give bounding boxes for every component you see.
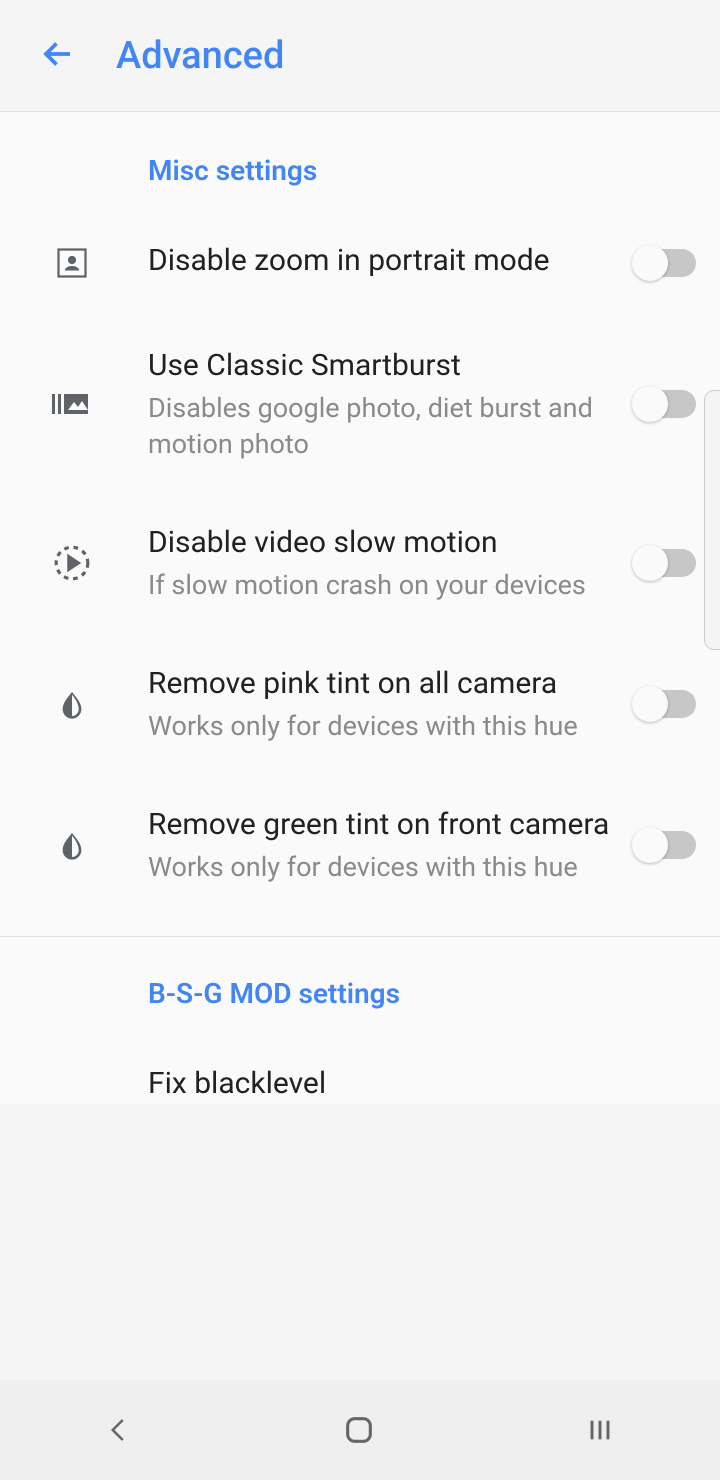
setting-disable-slow-motion[interactable]: Disable video slow motion If slow motion… — [0, 493, 720, 634]
section-header-bsg: B-S-G MOD settings — [0, 937, 720, 1034]
nav-recents-icon[interactable] — [584, 1414, 616, 1446]
back-arrow-icon[interactable] — [40, 36, 76, 76]
setting-remove-pink-tint[interactable]: Remove pink tint on all camera Works onl… — [0, 634, 720, 775]
scroll-indicator[interactable] — [704, 390, 720, 650]
setting-title: Disable video slow motion — [148, 523, 614, 564]
toggle-switch[interactable] — [634, 690, 696, 718]
toggle-switch[interactable] — [634, 249, 696, 277]
setting-text: Remove pink tint on all camera Works onl… — [96, 664, 634, 745]
setting-title: Use Classic Smartburst — [148, 346, 614, 387]
setting-subtitle: Works only for devices with this hue — [148, 849, 614, 885]
page-title: Advanced — [116, 34, 284, 78]
setting-subtitle: If slow motion crash on your devices — [148, 567, 614, 603]
navigation-bar — [0, 1380, 720, 1480]
burst-icon — [48, 390, 96, 418]
slow-motion-icon — [48, 544, 96, 582]
toggle-switch[interactable] — [634, 549, 696, 577]
tint-icon — [48, 688, 96, 720]
tint-icon — [48, 829, 96, 861]
setting-text: Use Classic Smartburst Disables google p… — [96, 346, 634, 463]
setting-disable-zoom-portrait[interactable]: Disable zoom in portrait mode — [0, 211, 720, 316]
settings-content: Misc settings Disable zoom in portrait m… — [0, 112, 720, 1104]
setting-title: Remove green tint on front camera — [148, 805, 614, 846]
setting-title: Fix blacklevel — [148, 1064, 720, 1105]
portrait-icon — [48, 245, 96, 281]
toggle-switch[interactable] — [634, 831, 696, 859]
setting-subtitle: Disables google photo, diet burst and mo… — [148, 390, 614, 463]
nav-back-icon[interactable] — [104, 1411, 134, 1449]
section-header-misc: Misc settings — [0, 114, 720, 211]
setting-fix-blacklevel[interactable]: Fix blacklevel — [0, 1034, 720, 1105]
nav-home-icon[interactable] — [342, 1413, 376, 1447]
setting-title: Remove pink tint on all camera — [148, 664, 614, 705]
header: Advanced — [0, 0, 720, 112]
setting-text: Remove green tint on front camera Works … — [96, 805, 634, 886]
setting-title: Disable zoom in portrait mode — [148, 241, 614, 282]
setting-text: Disable video slow motion If slow motion… — [96, 523, 634, 604]
toggle-switch[interactable] — [634, 390, 696, 418]
setting-subtitle: Works only for devices with this hue — [148, 708, 614, 744]
setting-classic-smartburst[interactable]: Use Classic Smartburst Disables google p… — [0, 316, 720, 493]
setting-remove-green-tint[interactable]: Remove green tint on front camera Works … — [0, 775, 720, 916]
setting-text: Disable zoom in portrait mode — [96, 241, 634, 286]
